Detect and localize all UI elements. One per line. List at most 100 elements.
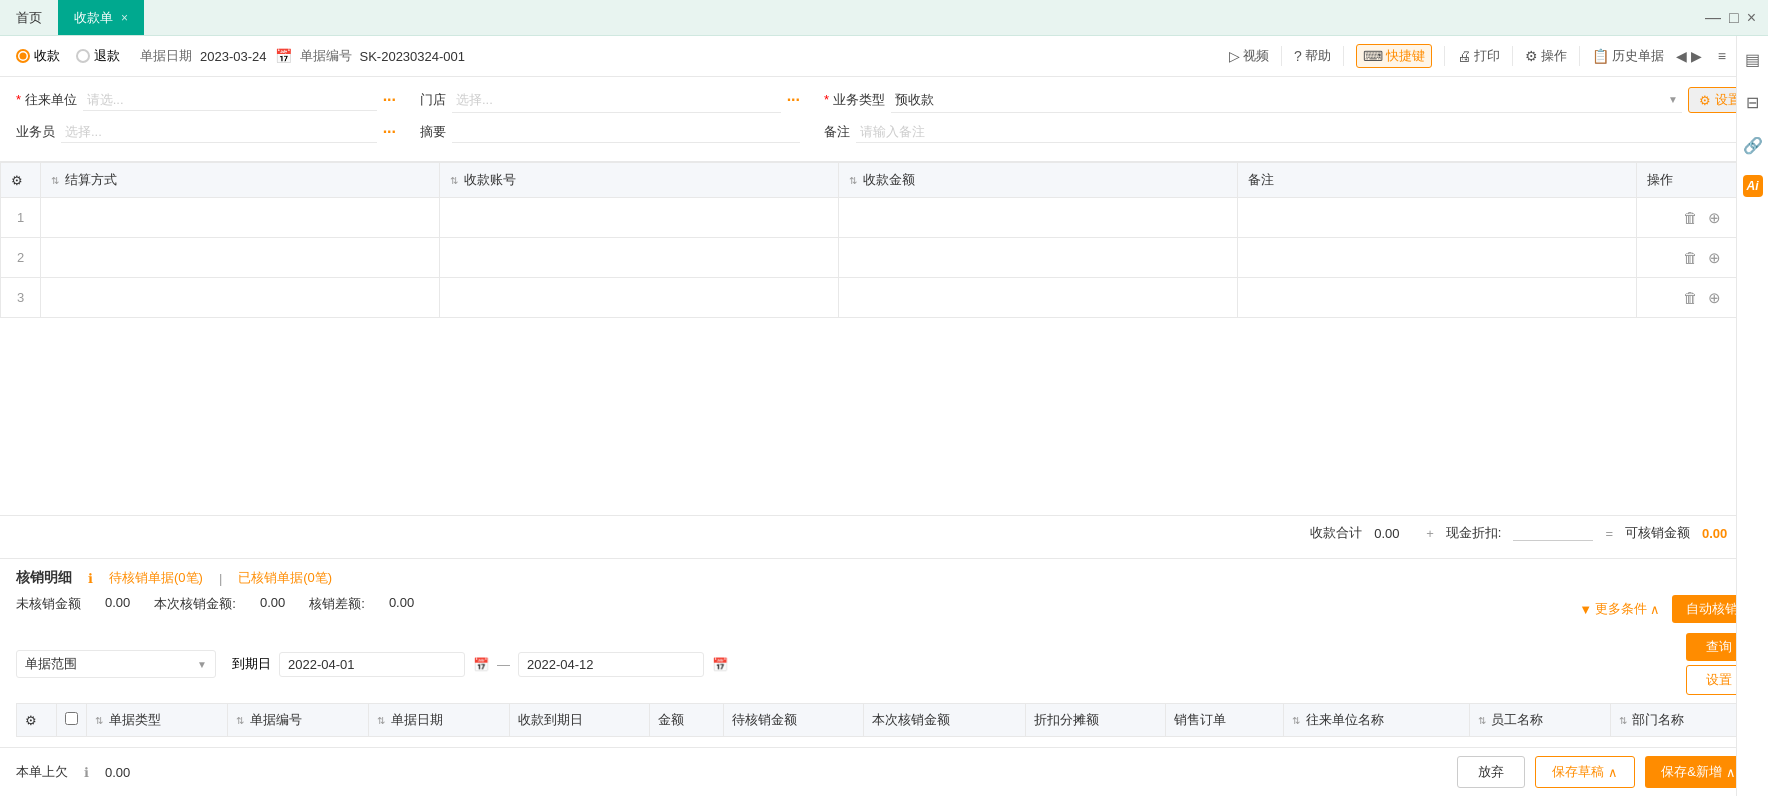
row-2-account-input[interactable] [440,238,838,277]
radio-receive[interactable]: 收款 [16,47,60,65]
counterpart-sort-icon[interactable]: ⇅ [1292,715,1300,726]
dept-sort-icon[interactable]: ⇅ [1619,715,1627,726]
action-print[interactable]: 🖨 打印 [1457,47,1500,65]
employee-sort-icon[interactable]: ⇅ [1478,715,1486,726]
action-shortcut[interactable]: ⌨ 快捷键 [1356,44,1432,68]
row-1-amount-input[interactable] [839,198,1237,237]
due-date-start-input[interactable] [279,652,465,677]
bottom-col-employee-header: ⇅ 员工名称 [1469,704,1610,737]
business-type-select[interactable]: 预收款 ▼ [891,88,1682,113]
save-draft-button[interactable]: 保存草稿 ∧ [1535,756,1635,788]
row-1-copy-icon[interactable]: ⊕ [1705,209,1724,226]
row-2-copy-icon[interactable]: ⊕ [1705,249,1724,266]
doc-range-select[interactable]: 单据范围 ▼ [16,650,216,678]
col-due-date-label: 收款到期日 [518,712,583,727]
pending-tab[interactable]: 待核销单据(0笔) [109,569,203,587]
row-1-amount[interactable] [839,198,1238,238]
toolbar-actions: ▷ 视频 ? 帮助 ⌨ 快捷键 🖨 打印 ⚙ 操作 [1229,44,1752,68]
bottom-col-settings-header[interactable]: ⚙ [17,704,57,737]
abstract-input[interactable] [452,121,800,143]
amount-sort-icon[interactable]: ⇅ [849,175,857,186]
salesperson-more-icon[interactable]: ··· [383,123,396,141]
row-1-payment[interactable] [41,198,440,238]
doc-no-sort-icon[interactable]: ⇅ [236,715,244,726]
row-3-amount[interactable] [839,278,1238,318]
select-all-checkbox[interactable] [65,712,78,725]
col-settings-header[interactable]: ⚙ [1,163,41,198]
window-close-icon[interactable]: × [1747,9,1756,27]
tab-receipt[interactable]: 收款单 × [58,0,144,35]
counterpart-input[interactable] [83,89,377,111]
doc-date-sort-icon[interactable]: ⇅ [377,715,385,726]
row-1-account-input[interactable] [440,198,838,237]
row-1-payment-input[interactable] [41,198,439,237]
sidebar-link-icon[interactable]: 🔗 [1739,132,1767,159]
discount-input[interactable] [1513,525,1593,541]
form-row-1: 往来单位 ··· 门店 选择... ··· 业务类型 预收款 ▼ ⚙ 设 [16,87,1752,113]
doc-type-sort-icon[interactable]: ⇅ [95,715,103,726]
row-3-note[interactable] [1238,278,1637,318]
row-1-delete-icon[interactable]: 🗑 [1680,209,1701,226]
sidebar-ai-icon[interactable]: Ai [1743,175,1763,197]
row-3-amount-input[interactable] [839,278,1237,317]
salesperson-input[interactable] [61,121,377,143]
action-help[interactable]: ? 帮助 [1294,47,1331,65]
row-1-note-input[interactable] [1238,198,1636,237]
row-2-payment-input[interactable] [41,238,439,277]
payment-sort-icon[interactable]: ⇅ [51,175,59,186]
view-list-icon[interactable]: ≡ [1714,46,1730,66]
row-3-note-input[interactable] [1238,278,1636,317]
table-header-row: ⚙ ⇅ 结算方式 ⇅ 收款账号 ⇅ 收款金额 备注 [1,163,1768,198]
more-conditions-label: 更多条件 [1595,600,1647,618]
form-area: 往来单位 ··· 门店 选择... ··· 业务类型 预收款 ▼ ⚙ 设 [0,77,1768,162]
row-3-payment[interactable] [41,278,440,318]
store-more-icon[interactable]: ··· [787,91,800,109]
nav-next-icon[interactable]: ▶ [1691,48,1702,64]
row-3-payment-input[interactable] [41,278,439,317]
done-tab[interactable]: 已核销单据(0笔) [238,569,332,587]
row-2-amount-input[interactable] [839,238,1237,277]
row-3-copy-icon[interactable]: ⊕ [1705,289,1724,306]
row-2-payment[interactable] [41,238,440,278]
row-1-note[interactable] [1238,198,1637,238]
tab-home-label: 首页 [16,9,42,27]
row-3-delete-icon[interactable]: 🗑 [1680,289,1701,306]
bottom-col-current-header: 本次核销金额 [863,704,1025,737]
start-calendar-icon[interactable]: 📅 [473,657,489,672]
col-amount-label: 收款金额 [863,172,915,187]
row-2-note[interactable] [1238,238,1637,278]
row-2-account[interactable] [440,238,839,278]
row-1-account[interactable] [440,198,839,238]
account-sort-icon[interactable]: ⇅ [450,175,458,186]
action-operation[interactable]: ⚙ 操作 [1525,47,1567,65]
footer-info-icon[interactable]: ℹ [84,765,89,780]
window-maximize-icon[interactable]: □ [1729,9,1739,27]
row-2-delete-icon[interactable]: 🗑 [1680,249,1701,266]
abandon-button[interactable]: 放弃 [1457,756,1525,788]
bottom-table: ⚙ ⇅ 单据类型 ⇅ 单据编号 ⇅ 单据日期 [16,703,1752,737]
doc-info: 单据日期 2023-03-24 📅 单据编号 SK-20230324-001 [140,47,465,65]
action-history[interactable]: 📋 历史单据 [1592,47,1664,65]
verify-info-icon[interactable]: ℹ [88,571,93,586]
more-conditions-btn[interactable]: ▼ 更多条件 ∧ [1579,600,1660,618]
row-2-amount[interactable] [839,238,1238,278]
action-video[interactable]: ▷ 视频 [1229,47,1269,65]
main-content: 收款 退款 单据日期 2023-03-24 📅 单据编号 SK-20230324… [0,36,1768,796]
end-calendar-icon[interactable]: 📅 [712,657,728,672]
tab-close-icon[interactable]: × [121,11,128,25]
sidebar-doc-icon[interactable]: ⊟ [1742,89,1763,116]
row-3-account-input[interactable] [440,278,838,317]
doc-date-calendar-icon[interactable]: 📅 [275,48,292,64]
radio-refund[interactable]: 退款 [76,47,120,65]
note-input[interactable] [856,121,1752,143]
due-date-end-input[interactable] [518,652,704,677]
window-minimize-icon[interactable]: — [1705,9,1721,27]
col-dept-label: 部门名称 [1632,712,1684,727]
store-select[interactable]: 选择... [452,88,781,113]
nav-prev-icon[interactable]: ◀ [1676,48,1687,64]
row-2-note-input[interactable] [1238,238,1636,277]
row-3-account[interactable] [440,278,839,318]
sidebar-table-icon[interactable]: ▤ [1741,46,1764,73]
tab-home[interactable]: 首页 [0,0,58,35]
counterpart-more-icon[interactable]: ··· [383,91,396,109]
